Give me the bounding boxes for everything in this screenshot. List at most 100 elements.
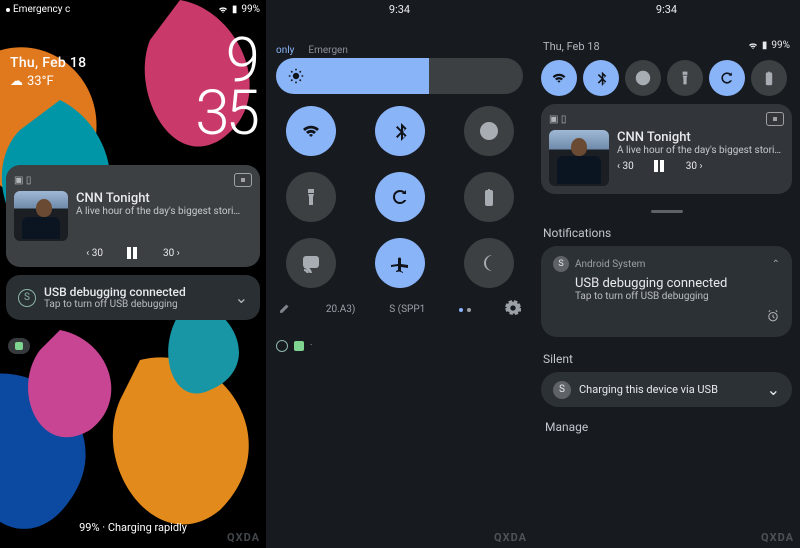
- app-icon: [294, 341, 304, 351]
- dot-icon: ·: [310, 341, 312, 351]
- qs-tile-battery-saver[interactable]: [751, 60, 787, 96]
- bluetooth-icon: [593, 70, 609, 86]
- night-light-icon: [479, 253, 499, 273]
- system-icon: S: [553, 256, 569, 272]
- cast-icon: [301, 253, 321, 273]
- notif-title: USB debugging connected: [575, 276, 780, 291]
- page-indicator[interactable]: [459, 308, 471, 312]
- media-thumbnail: [549, 130, 609, 186]
- qs-tile-flashlight[interactable]: [286, 172, 336, 222]
- silent-section-label: Silent: [543, 352, 792, 366]
- watermark: QXDA: [494, 531, 527, 544]
- usb-debugging-notification[interactable]: S USB debugging connected Tap to turn of…: [6, 275, 260, 320]
- battery-percent: 99%: [241, 4, 260, 15]
- date-weather-block[interactable]: Thu, Feb 18 ☁ 33°F: [10, 55, 86, 89]
- status-time: 9:34: [266, 3, 533, 16]
- notif-subtitle: Tap to turn off USB debugging: [44, 299, 227, 310]
- watermark: QXDA: [761, 531, 794, 544]
- media-subtitle: A live hour of the day's biggest stori…: [617, 145, 784, 156]
- wifi-icon: [551, 70, 567, 86]
- battery-saver-icon: [479, 187, 499, 207]
- qs-tile-auto-rotate[interactable]: [709, 60, 745, 96]
- media-app-icon: ▣ ▯: [14, 175, 31, 186]
- gear-icon: [505, 300, 521, 316]
- dnd-icon: [479, 121, 499, 141]
- watermark: QXDA: [227, 531, 260, 544]
- brightness-slider[interactable]: [276, 58, 523, 94]
- notif-subtitle: Tap to turn off USB debugging: [575, 291, 780, 302]
- dnd-icon: [635, 70, 651, 86]
- rotation-icon: [719, 70, 735, 86]
- build-label-right: S (SPP1: [389, 304, 425, 315]
- shade-date: Thu, Feb 18: [543, 40, 600, 53]
- qs-tile-dnd[interactable]: [625, 60, 661, 96]
- qs-tile-cast[interactable]: [286, 238, 336, 288]
- media-notification[interactable]: ▣ ▯ CNN Tonight A live hour of the day's…: [541, 104, 792, 194]
- temperature: 33°F: [27, 74, 54, 89]
- battery-icon: ▮: [232, 4, 238, 15]
- chevron-down-icon[interactable]: ⌄: [235, 288, 248, 307]
- media-forward-button[interactable]: 30 ›: [686, 161, 703, 172]
- qs-tile-flashlight[interactable]: [667, 60, 703, 96]
- bluetooth-icon: [390, 121, 410, 141]
- media-rewind-button[interactable]: ‹ 30: [617, 161, 634, 172]
- chevron-down-icon[interactable]: ⌄: [767, 380, 780, 399]
- airplane-icon: [390, 253, 410, 273]
- build-label-left: 20.A3): [326, 304, 356, 315]
- qs-tile-grid: [278, 106, 521, 288]
- clock-minute: 35: [195, 88, 256, 141]
- qs-tile-wifi[interactable]: [541, 60, 577, 96]
- qs-tile-battery-saver[interactable]: [464, 172, 514, 222]
- flashlight-icon: [677, 70, 693, 86]
- media-subtitle: A live hour of the day's biggest stori…: [76, 206, 252, 217]
- wifi-icon: [748, 41, 758, 51]
- notif-title: Charging this device via USB: [579, 383, 759, 396]
- media-title: CNN Tonight: [617, 130, 784, 145]
- collapsed-notifs-row[interactable]: ·: [276, 340, 312, 352]
- media-forward-button[interactable]: 30 ›: [163, 248, 180, 259]
- qs-tile-night-light[interactable]: [464, 238, 514, 288]
- tab-only[interactable]: only: [276, 45, 294, 56]
- settings-button[interactable]: [505, 300, 521, 319]
- media-notification[interactable]: ▣ ▯ CNN Tonight A live hour of the day's…: [6, 165, 260, 267]
- status-bar: Emergency c ▮ 99%: [6, 4, 260, 15]
- qs-tile-auto-rotate[interactable]: [375, 172, 425, 222]
- media-pause-button[interactable]: [127, 247, 139, 259]
- wifi-icon: [218, 5, 228, 15]
- qs-tile-bluetooth[interactable]: [375, 106, 425, 156]
- media-rewind-button[interactable]: ‹ 30: [86, 248, 103, 259]
- lockscreen-date: Thu, Feb 18: [10, 55, 86, 71]
- manage-button[interactable]: Manage: [545, 420, 588, 434]
- output-switch-icon[interactable]: [234, 173, 252, 187]
- tab-emergency[interactable]: Emergen: [308, 45, 348, 56]
- media-pause-button[interactable]: [654, 160, 666, 172]
- notification-shade-panel: 9:34 Thu, Feb 18 ▮ 99% ▣ ▯ CNN Tonight A…: [533, 0, 800, 548]
- lockscreen-clock: 9 35: [195, 35, 256, 140]
- battery-saver-icon: [761, 70, 777, 86]
- edit-tiles-button[interactable]: [278, 301, 292, 318]
- lockscreen-panel: Emergency c ▮ 99% Thu, Feb 18 ☁ 33°F 9 35…: [0, 0, 266, 548]
- shade-drag-handle[interactable]: [651, 210, 683, 213]
- wifi-icon: [301, 121, 321, 141]
- weather-icon: ☁: [10, 74, 23, 89]
- output-switch-icon[interactable]: [766, 112, 784, 126]
- notif-app-name: Android System: [575, 259, 645, 270]
- qs-tile-dnd[interactable]: [464, 106, 514, 156]
- chevron-up-icon[interactable]: ⌃: [772, 259, 780, 270]
- notification-overflow-pill[interactable]: [8, 338, 30, 354]
- carrier-label: Emergency c: [6, 4, 70, 15]
- charging-notification[interactable]: S Charging this device via USB ⌄: [541, 372, 792, 407]
- qs-tile-wifi[interactable]: [286, 106, 336, 156]
- notifications-section-label: Notifications: [543, 226, 792, 240]
- quick-settings-expanded-panel: 9:34 only Emergen 20.A3) S (SPP1 · QXDA: [266, 0, 533, 548]
- brightness-icon: [288, 68, 304, 84]
- battery-percent: 99%: [771, 40, 790, 51]
- battery-icon: ▮: [762, 40, 768, 51]
- alarm-icon[interactable]: [553, 308, 780, 327]
- qs-tile-bluetooth[interactable]: [583, 60, 619, 96]
- status-time: 9:34: [533, 3, 800, 16]
- rotation-icon: [390, 187, 410, 207]
- qs-tile-airplane[interactable]: [375, 238, 425, 288]
- system-icon: S: [553, 381, 571, 399]
- android-system-notification[interactable]: S Android System ⌃ USB debugging connect…: [541, 246, 792, 337]
